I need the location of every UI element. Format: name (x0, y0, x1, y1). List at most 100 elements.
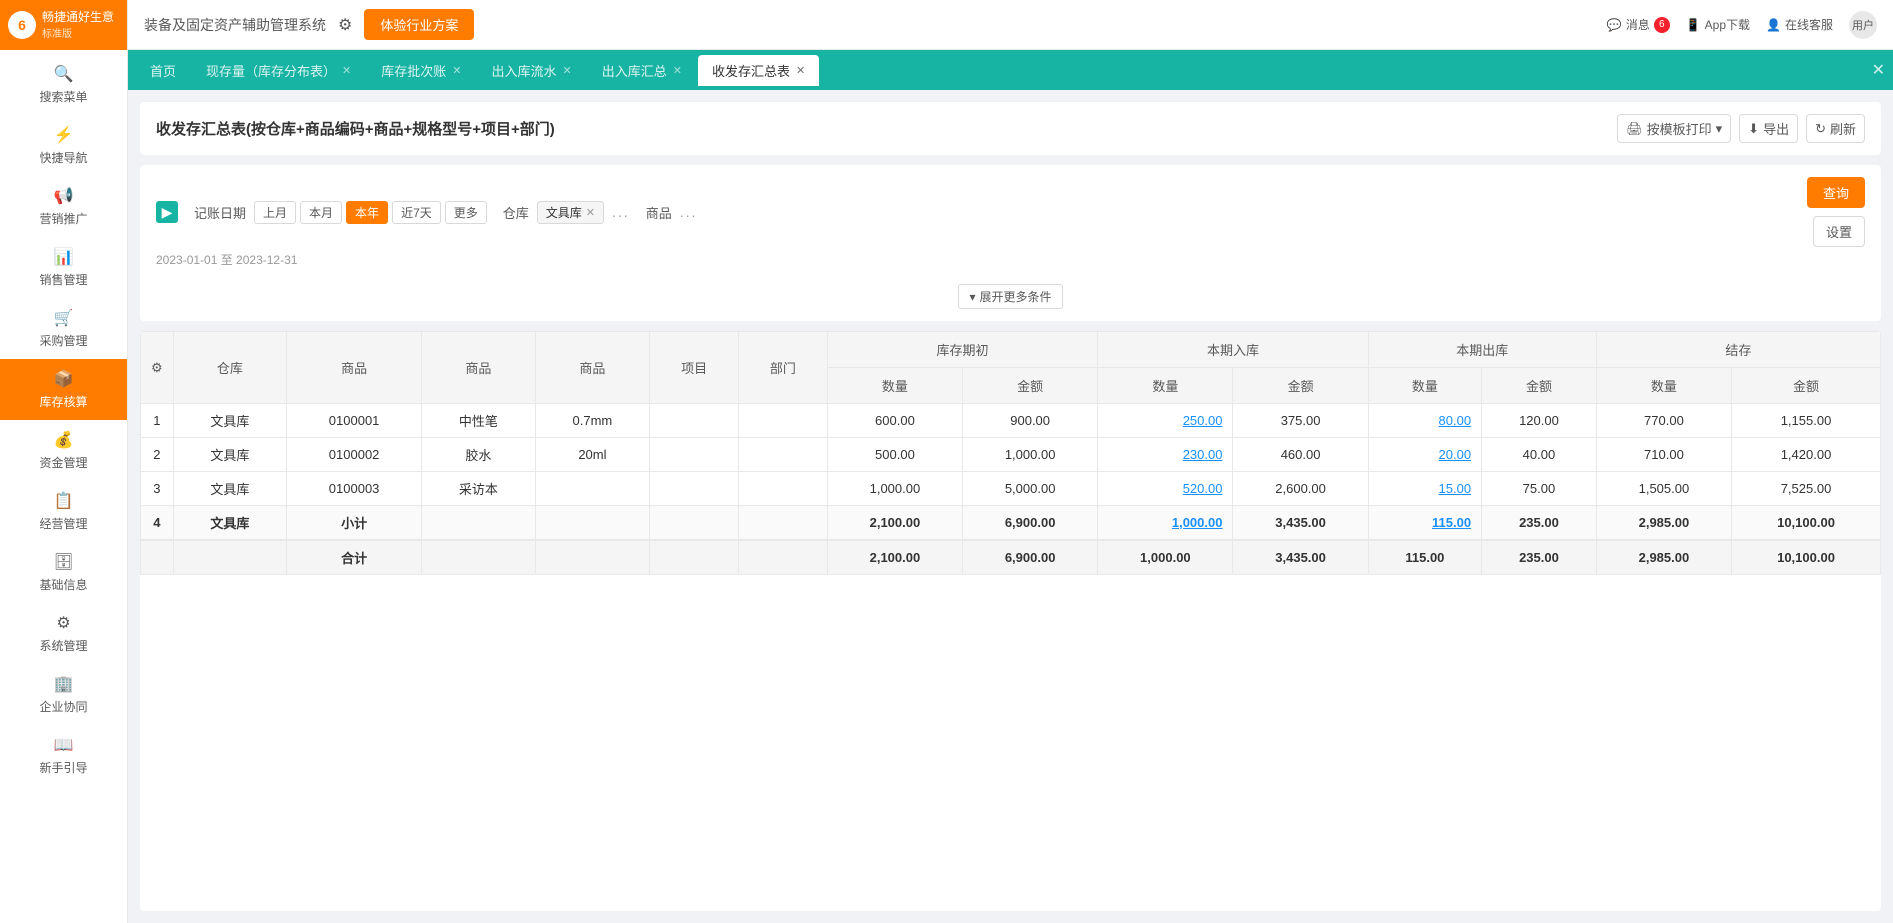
subtotal-row: 4 文具库 小计 2,100.00 6,900.00 1,000.00 3,43… (141, 506, 1881, 541)
row3-in-qty-link[interactable]: 520.00 (1183, 481, 1223, 496)
row2-spec: 20ml (535, 438, 650, 472)
purchase-icon: 🛒 (54, 308, 74, 328)
row3-spec (535, 472, 650, 506)
sidebar-nav: 🔍 搜索菜单 ⚡ 快捷导航 📢 营销推广 📊 销售管理 🛒 采购管理 📦 库存核… (0, 50, 127, 923)
tab-summary[interactable]: 出入库汇总 ✕ (588, 55, 696, 86)
subtotal-spacer1 (422, 506, 535, 541)
row1-bal-qty: 770.00 (1596, 404, 1731, 438)
sidebar-item-collab[interactable]: 🏢 企业协同 (0, 664, 127, 725)
footer-init-qty: 2,100.00 (827, 540, 962, 575)
th-spec: 商品 (535, 332, 650, 404)
row3-dept (739, 472, 828, 506)
row3-out-qty-link[interactable]: 15.00 (1439, 481, 1472, 496)
tab-home[interactable]: 首页 (136, 55, 190, 86)
sidebar-item-inventory[interactable]: 📦 库存核算 (0, 359, 127, 420)
row2-out-qty: 20.00 (1368, 438, 1481, 472)
subtotal-init-qty: 2,100.00 (827, 506, 962, 541)
th-group-out: 本期出库 (1368, 332, 1596, 368)
tab-stock-summary-close[interactable]: ✕ (796, 64, 805, 77)
warehouse-dots[interactable]: ... (612, 204, 630, 220)
row1-in-qty-link[interactable]: 250.00 (1183, 413, 1223, 428)
message-badge: 6 (1654, 17, 1670, 33)
row2-dept (739, 438, 828, 472)
footer-spacer5 (739, 540, 828, 575)
expand-button[interactable]: ▾ 展开更多条件 (958, 284, 1062, 309)
tab-bar-close[interactable]: ✕ (1872, 60, 1885, 80)
th-group-bal: 结存 (1596, 332, 1880, 368)
row3-in-amt: 2,600.00 (1233, 472, 1368, 506)
sidebar-item-guide[interactable]: 📖 新手引导 (0, 725, 127, 786)
subtotal-init-amt: 6,900.00 (963, 506, 1098, 541)
sidebar-item-quick[interactable]: ⚡ 快捷导航 (0, 115, 127, 176)
date-7days-btn[interactable]: 近7天 (392, 201, 441, 224)
export-button[interactable]: ⬇ 导出 (1739, 114, 1798, 143)
sidebar-item-system[interactable]: ⚙ 系统管理 (0, 603, 127, 664)
sidebar-label-operations: 经营管理 (39, 515, 87, 532)
tab-summary-label: 出入库汇总 (602, 61, 667, 80)
goods-label: 商品 (646, 203, 672, 222)
table-row: 2 文具库 0100002 胶水 20ml 500.00 1,000.00 23… (141, 438, 1881, 472)
row1-in-qty: 250.00 (1098, 404, 1233, 438)
sidebar-item-marketing[interactable]: 📢 营销推广 (0, 176, 127, 237)
footer-init-amt: 6,900.00 (963, 540, 1098, 575)
avatar[interactable]: 用户 (1849, 11, 1877, 39)
date-more-btn[interactable]: 更多 (445, 201, 487, 224)
footer-spacer4 (650, 540, 739, 575)
row3-bal-qty: 1,505.00 (1596, 472, 1731, 506)
subtotal-out-qty-link[interactable]: 115.00 (1432, 515, 1471, 530)
tab-batch-close[interactable]: ✕ (452, 64, 461, 77)
tab-stock-summary[interactable]: 收发存汇总表 ✕ (698, 55, 819, 86)
tab-inventory-dist-close[interactable]: ✕ (342, 64, 351, 77)
goods-dots[interactable]: ... (680, 204, 698, 220)
row3-name: 采访本 (422, 472, 535, 506)
row1-init-amt: 900.00 (963, 404, 1098, 438)
content-area: 收发存汇总表(按仓库+商品编码+商品+规格型号+项目+部门) 🖨 按模板打印 ▾… (128, 90, 1893, 923)
date-curr-month-btn[interactable]: 本月 (300, 201, 342, 224)
row2-out-qty-link[interactable]: 20.00 (1439, 447, 1472, 462)
subtotal-bal-amt: 10,100.00 (1732, 506, 1881, 541)
sidebar-item-operations[interactable]: 📋 经营管理 (0, 481, 127, 542)
expand-icon: ▾ (969, 290, 975, 304)
experience-button[interactable]: 体验行业方案 (364, 9, 474, 40)
warehouse-tag-close[interactable]: ✕ (586, 206, 595, 219)
date-curr-year-btn[interactable]: 本年 (346, 201, 388, 224)
row1-in-amt: 375.00 (1233, 404, 1368, 438)
top-bar: 装备及固定资产辅助管理系统 ⚙ 体验行业方案 💬 消息 6 📱 App下载 👤 … (128, 0, 1893, 50)
chevron-down-icon: ▾ (1716, 121, 1723, 137)
set-button[interactable]: 设置 (1813, 216, 1865, 247)
tab-batch[interactable]: 库存批次账 ✕ (367, 55, 475, 86)
app-download-button[interactable]: 📱 App下载 (1686, 16, 1750, 33)
service-button[interactable]: 👤 在线客服 (1766, 16, 1833, 33)
tab-flow[interactable]: 出入库流水 ✕ (477, 55, 585, 86)
settings-icon[interactable]: ⚙ (338, 15, 352, 35)
footer-spacer2 (422, 540, 535, 575)
sidebar-item-base[interactable]: 🗄 基础信息 (0, 542, 127, 603)
sidebar-item-finance[interactable]: 💰 资金管理 (0, 420, 127, 481)
th-bal-qty: 数量 (1596, 368, 1731, 404)
tab-inventory-dist-label: 现存量（库存分布表） (206, 61, 336, 80)
tab-flow-label: 出入库流水 (491, 61, 556, 80)
date-prev-month-btn[interactable]: 上月 (254, 201, 296, 224)
service-label: 在线客服 (1785, 16, 1833, 33)
tab-flow-close[interactable]: ✕ (563, 64, 572, 77)
th-dept: 部门 (739, 332, 828, 404)
footer-spacer1 (173, 540, 286, 575)
sidebar-item-purchase[interactable]: 🛒 采购管理 (0, 298, 127, 359)
message-button[interactable]: 💬 消息 6 (1607, 16, 1670, 33)
sidebar-item-search[interactable]: 🔍 搜索菜单 (0, 54, 127, 115)
tab-batch-label: 库存批次账 (381, 61, 446, 80)
print-button[interactable]: 🖨 按模板打印 ▾ (1617, 114, 1731, 143)
th-code: 商品 (286, 332, 421, 404)
tab-inventory-dist[interactable]: 现存量（库存分布表） ✕ (192, 55, 365, 86)
row1-out-qty-link[interactable]: 80.00 (1439, 413, 1472, 428)
sidebar-item-sales[interactable]: 📊 销售管理 (0, 237, 127, 298)
main-container: 装备及固定资产辅助管理系统 ⚙ 体验行业方案 💬 消息 6 📱 App下载 👤 … (128, 0, 1893, 923)
row2-in-qty-link[interactable]: 230.00 (1183, 447, 1223, 462)
subtotal-in-qty-link[interactable]: 1,000.00 (1172, 515, 1223, 530)
expand-label: 展开更多条件 (980, 288, 1052, 305)
footer-in-qty: 1,000.00 (1098, 540, 1233, 575)
refresh-button[interactable]: ↻ 刷新 (1806, 114, 1865, 143)
filter-collapse-button[interactable]: ▶ (156, 201, 178, 223)
query-button[interactable]: 查询 (1807, 177, 1865, 208)
tab-summary-close[interactable]: ✕ (673, 64, 682, 77)
